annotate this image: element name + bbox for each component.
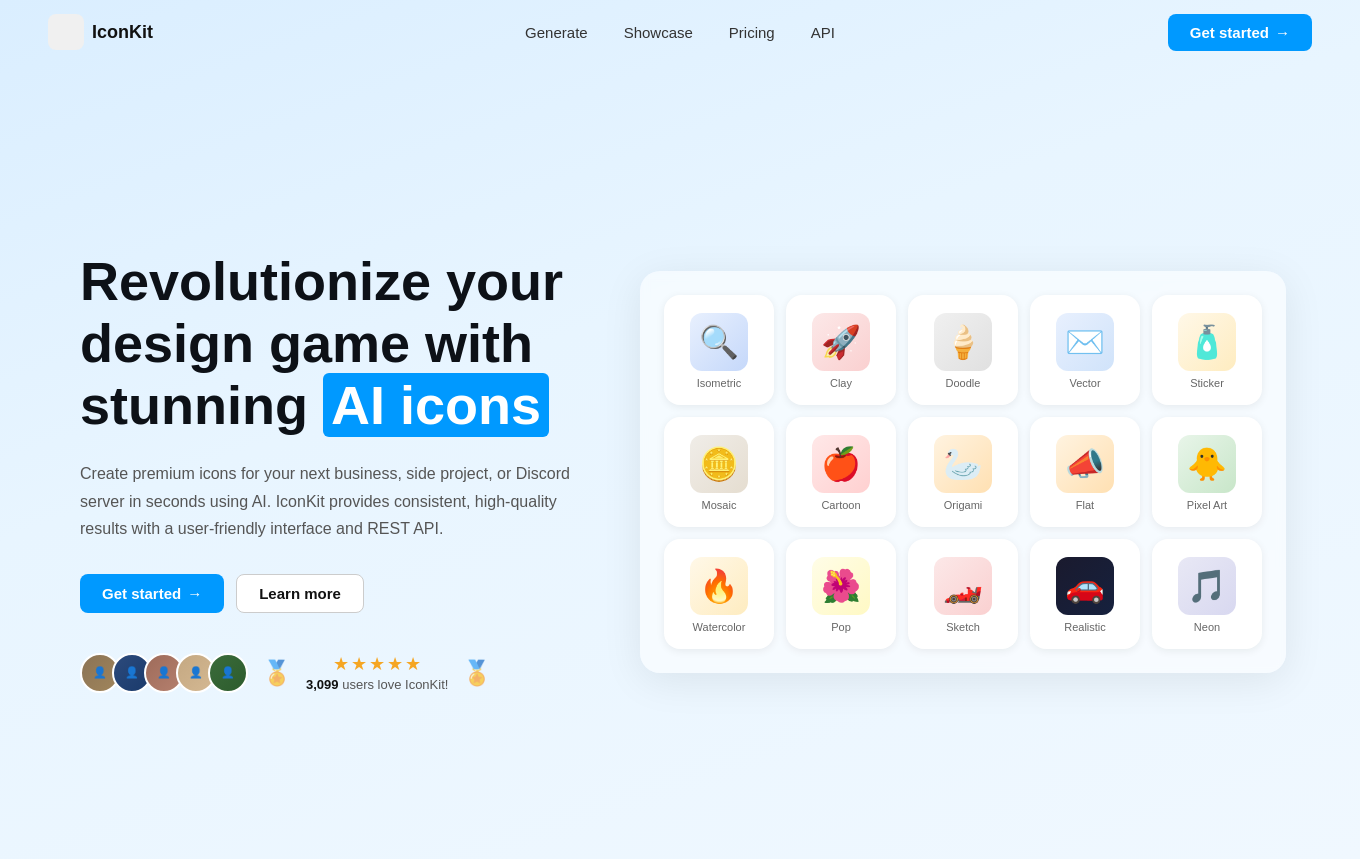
icon-label-doodle: Doodle: [946, 377, 981, 389]
icon-label-mosaic: Mosaic: [702, 499, 737, 511]
title-highlight: AI icons: [323, 373, 549, 437]
icon-image-realistic: 🚗: [1056, 557, 1114, 615]
icon-cell-cartoon[interactable]: 🍎 Cartoon: [786, 417, 896, 527]
icon-image-isometric: 🔍: [690, 313, 748, 371]
hero-buttons: Get started → Learn more: [80, 574, 580, 613]
icon-label-clay: Clay: [830, 377, 852, 389]
hero-left: Revolutionize your design game with stun…: [80, 250, 580, 693]
hero-description: Create premium icons for your next busin…: [80, 460, 580, 542]
icon-cell-neon[interactable]: 🎵 Neon: [1152, 539, 1262, 649]
icon-label-origami: Origami: [944, 499, 983, 511]
hero-section: Revolutionize your design game with stun…: [0, 64, 1360, 859]
icon-image-clay: 🚀: [812, 313, 870, 371]
icon-image-pop: 🌺: [812, 557, 870, 615]
icon-image-vector: ✉️: [1056, 313, 1114, 371]
icon-image-sketch: 🏎️: [934, 557, 992, 615]
icon-image-watercolor: 🔥: [690, 557, 748, 615]
stars-rating: ★ ★ ★ ★ ★ 3,099 users love IconKit!: [306, 653, 448, 692]
icon-cell-clay[interactable]: 🚀 Clay: [786, 295, 896, 405]
icon-cell-sketch[interactable]: 🏎️ Sketch: [908, 539, 1018, 649]
icon-cell-realistic[interactable]: 🚗 Realistic: [1030, 539, 1140, 649]
icon-cell-pop[interactable]: 🌺 Pop: [786, 539, 896, 649]
svg-rect-0: [48, 14, 84, 50]
icon-label-isometric: Isometric: [697, 377, 742, 389]
icon-label-pop: Pop: [831, 621, 851, 633]
get-started-button[interactable]: Get started →: [80, 574, 224, 613]
laurel-right-icon: 🏅: [462, 659, 492, 687]
icon-label-vector: Vector: [1069, 377, 1100, 389]
avatar-group: 👤 👤 👤 👤 👤: [80, 653, 248, 693]
icon-image-origami: 🦢: [934, 435, 992, 493]
icon-label-realistic: Realistic: [1064, 621, 1106, 633]
learn-more-button[interactable]: Learn more: [236, 574, 364, 613]
nav-links: Generate Showcase Pricing API: [525, 24, 835, 41]
icon-cell-isometric[interactable]: 🔍 Isometric: [664, 295, 774, 405]
laurel-left-icon: 🏅: [262, 659, 292, 687]
icon-cell-sticker[interactable]: 🧴 Sticker: [1152, 295, 1262, 405]
icon-cell-flat[interactable]: 📣 Flat: [1030, 417, 1140, 527]
icon-image-pixel: 🐥: [1178, 435, 1236, 493]
nav-get-started-button[interactable]: Get started →: [1168, 14, 1312, 51]
icon-label-cartoon: Cartoon: [821, 499, 860, 511]
icon-showcase-grid: 🔍 Isometric 🚀 Clay 🍦 Doodle ✉️ Vector 🧴 Sticker 🪙 M…: [640, 271, 1286, 673]
icon-cell-mosaic[interactable]: 🪙 Mosaic: [664, 417, 774, 527]
icon-label-sketch: Sketch: [946, 621, 980, 633]
title-normal: stunning: [80, 375, 308, 435]
hero-right: 🔍 Isometric 🚀 Clay 🍦 Doodle ✉️ Vector 🧴 Sticker 🪙 M…: [640, 271, 1286, 673]
icon-label-flat: Flat: [1076, 499, 1094, 511]
rating-text: 3,099 users love IconKit!: [306, 677, 448, 692]
icon-image-neon: 🎵: [1178, 557, 1236, 615]
nav-showcase[interactable]: Showcase: [624, 24, 693, 41]
icon-cell-origami[interactable]: 🦢 Origami: [908, 417, 1018, 527]
icon-image-mosaic: 🪙: [690, 435, 748, 493]
icon-label-pixel: Pixel Art: [1187, 499, 1227, 511]
hero-title: Revolutionize your design game with stun…: [80, 250, 580, 436]
nav-generate[interactable]: Generate: [525, 24, 588, 41]
logo[interactable]: 🎨 IconKit: [48, 14, 153, 50]
icon-cell-pixel[interactable]: 🐥 Pixel Art: [1152, 417, 1262, 527]
icon-cell-doodle[interactable]: 🍦 Doodle: [908, 295, 1018, 405]
icon-cell-vector[interactable]: ✉️ Vector: [1030, 295, 1140, 405]
icon-cell-watercolor[interactable]: 🔥 Watercolor: [664, 539, 774, 649]
icon-label-neon: Neon: [1194, 621, 1220, 633]
icon-image-flat: 📣: [1056, 435, 1114, 493]
social-proof: 👤 👤 👤 👤 👤 🏅 ★ ★ ★ ★ ★ 3,099 users love I…: [80, 653, 580, 693]
navbar: 🎨 IconKit Generate Showcase Pricing API …: [0, 0, 1360, 64]
logo-text: IconKit: [92, 22, 153, 43]
icon-label-sticker: Sticker: [1190, 377, 1224, 389]
icon-image-doodle: 🍦: [934, 313, 992, 371]
icon-image-sticker: 🧴: [1178, 313, 1236, 371]
avatar: 👤: [208, 653, 248, 693]
nav-api[interactable]: API: [811, 24, 835, 41]
icon-image-cartoon: 🍎: [812, 435, 870, 493]
icon-label-watercolor: Watercolor: [693, 621, 746, 633]
nav-pricing[interactable]: Pricing: [729, 24, 775, 41]
star-icons: ★ ★ ★ ★ ★: [333, 653, 421, 675]
